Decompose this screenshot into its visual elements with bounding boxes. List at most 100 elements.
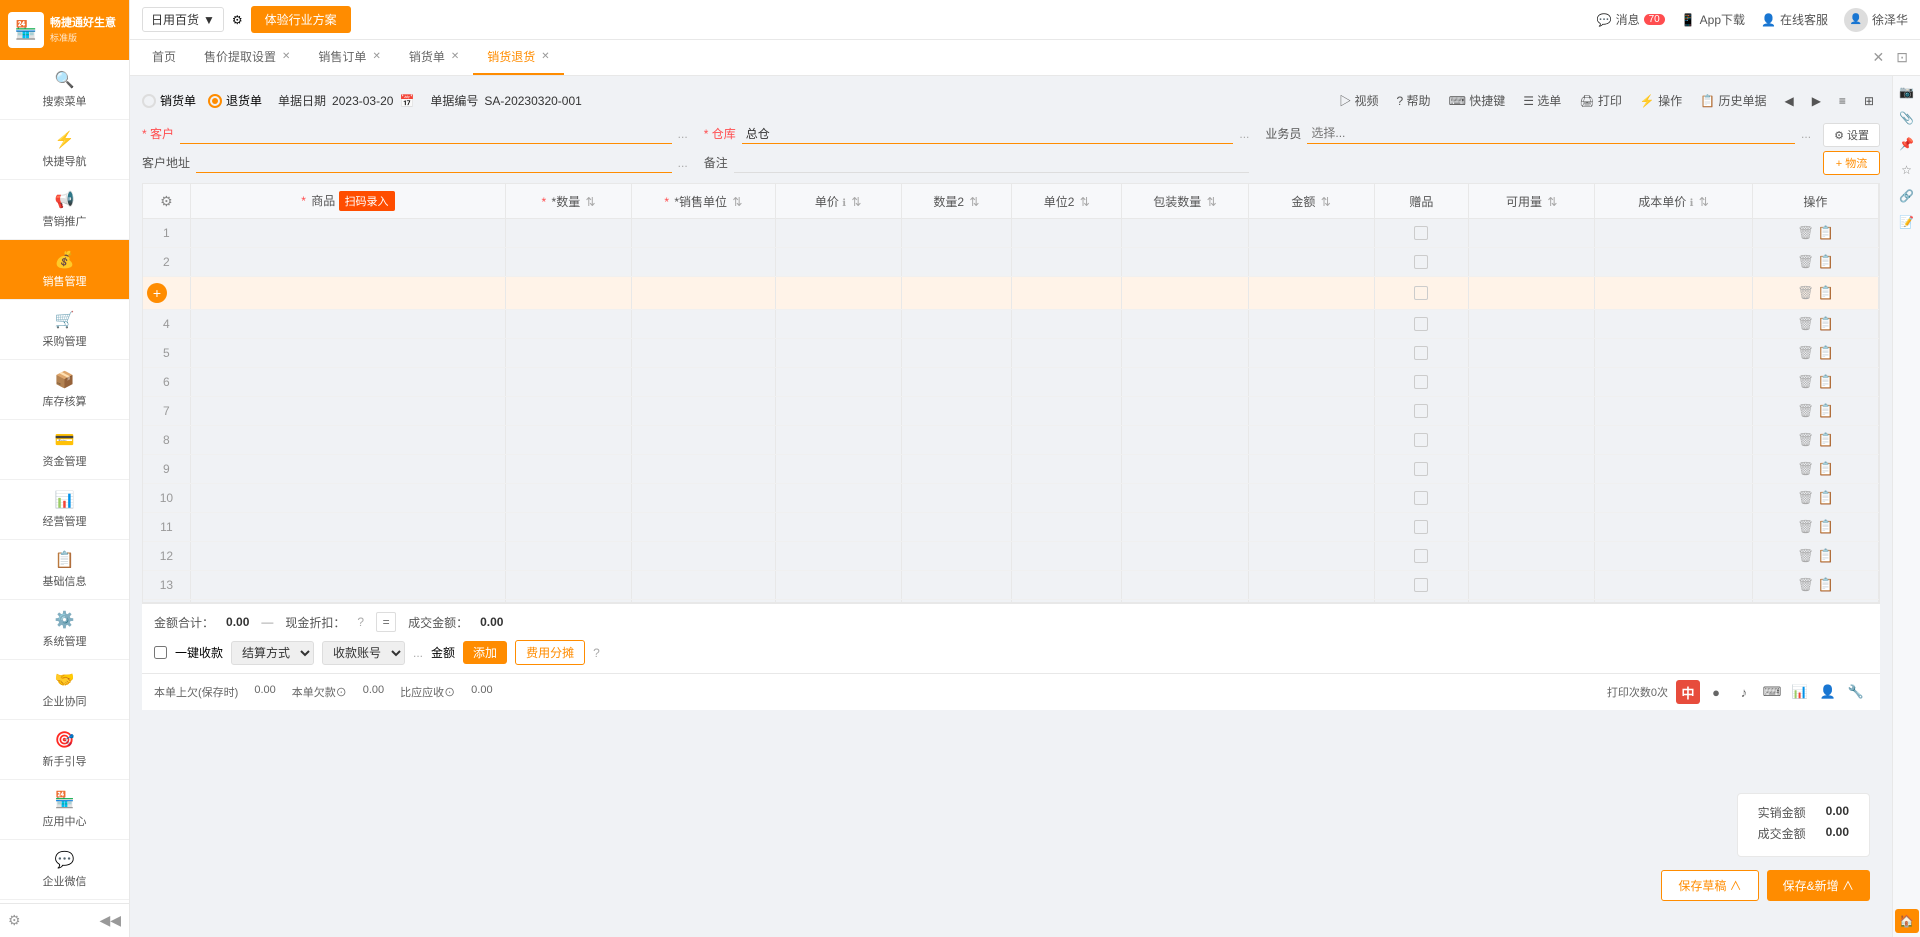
product-input-12[interactable] [195, 549, 501, 563]
delete-row-btn-9[interactable]: 🗑 [1797, 461, 1814, 477]
next-btn[interactable]: ▶ [1806, 90, 1827, 111]
amount-cell-11[interactable] [1248, 513, 1374, 542]
product-input-13[interactable] [195, 578, 501, 592]
amount-cell-7[interactable] [1248, 397, 1374, 426]
product-input-7[interactable] [195, 404, 501, 418]
gift-checkbox-7[interactable] [1414, 404, 1428, 418]
status-icon-music[interactable]: ♪ [1732, 680, 1756, 704]
radio-return[interactable]: 退货单 [208, 92, 262, 109]
quantity-cell-7[interactable] [506, 397, 632, 426]
amount-cell-2[interactable] [1248, 248, 1374, 277]
qty-sort-icon[interactable]: ⇅ [586, 195, 596, 209]
available-cell-9[interactable] [1469, 455, 1595, 484]
sidebar-item-wechat[interactable]: 💬 企业微信 [0, 840, 129, 900]
gift-cell-6[interactable] [1374, 368, 1469, 397]
product-cell-9[interactable] [190, 455, 505, 484]
status-icon-dot[interactable]: ● [1704, 680, 1728, 704]
delete-row-btn-1[interactable]: 🗑 [1797, 225, 1814, 241]
tab-price-settings-close[interactable]: ✕ [282, 51, 290, 62]
product-cell-2[interactable] [190, 248, 505, 277]
unit2-cell-11[interactable] [1012, 513, 1122, 542]
available-cell-7[interactable] [1469, 397, 1595, 426]
unit-price-cell-7[interactable] [775, 397, 901, 426]
amount-cell-12[interactable] [1248, 542, 1374, 571]
gift-checkbox-6[interactable] [1414, 375, 1428, 389]
cost-price-cell-9[interactable] [1595, 455, 1753, 484]
product-input-9[interactable] [195, 462, 501, 476]
unit-price-cell-5[interactable] [775, 339, 901, 368]
unit-price-cell-6[interactable] [775, 368, 901, 397]
sidebar-item-basic[interactable]: 📋 基础信息 [0, 540, 129, 600]
address-select-btn[interactable]: ... [678, 156, 688, 170]
staff-select-btn[interactable]: ... [1801, 127, 1811, 141]
quantity-cell-4[interactable] [506, 310, 632, 339]
tab-close-all-icon[interactable]: ✕ [1869, 47, 1889, 68]
print-btn[interactable]: 🖨 打印 [1573, 90, 1628, 111]
quantity-cell-11[interactable] [506, 513, 632, 542]
delete-row-btn-13[interactable]: 🗑 [1797, 577, 1814, 593]
sales-unit-cell-12[interactable] [632, 542, 776, 571]
sales-unit-cell-2[interactable] [632, 248, 776, 277]
sales-unit-cell-13[interactable] [632, 571, 776, 600]
tab-sales-return-close[interactable]: ✕ [541, 51, 549, 62]
unit-price-cell-11[interactable] [775, 513, 901, 542]
qty2-cell-7[interactable] [901, 397, 1011, 426]
staff-input[interactable] [1307, 123, 1795, 144]
gift-cell-2[interactable] [1374, 248, 1469, 277]
quantity-cell-8[interactable] [506, 426, 632, 455]
cost-price-cell-12[interactable] [1595, 542, 1753, 571]
delete-row-btn-8[interactable]: 🗑 [1797, 432, 1814, 448]
amount-cell-10[interactable] [1248, 484, 1374, 513]
tab-sales-return[interactable]: 销货退货 ✕ [473, 40, 563, 75]
pkg-qty-cell-8[interactable] [1122, 426, 1248, 455]
quantity-cell-12[interactable] [506, 542, 632, 571]
quantity-cell-3[interactable] [506, 277, 632, 310]
gift-checkbox-9[interactable] [1414, 462, 1428, 476]
qty2-cell-9[interactable] [901, 455, 1011, 484]
gift-checkbox-1[interactable] [1414, 226, 1428, 240]
gift-cell-11[interactable] [1374, 513, 1469, 542]
product-input-10[interactable] [195, 491, 501, 505]
bank-select-btn[interactable]: ... [413, 646, 423, 660]
quantity-cell-13[interactable] [506, 571, 632, 600]
gift-checkbox-12[interactable] [1414, 549, 1428, 563]
delete-row-btn-12[interactable]: 🗑 [1797, 548, 1814, 564]
unit2-cell-5[interactable] [1012, 339, 1122, 368]
qty2-sort-icon[interactable]: ⇅ [969, 195, 979, 209]
sales-unit-cell-6[interactable] [632, 368, 776, 397]
pkg-qty-cell-1[interactable] [1122, 219, 1248, 248]
pkg-qty-cell-11[interactable] [1122, 513, 1248, 542]
amount-cell-5[interactable] [1248, 339, 1374, 368]
fee-help-icon[interactable]: ? [593, 646, 600, 660]
rtb-photo-icon[interactable]: 📷 [1895, 80, 1919, 104]
copy-row-btn-5[interactable]: 📋 [1818, 345, 1834, 361]
product-cell-5[interactable] [190, 339, 505, 368]
unit2-cell-3[interactable] [1012, 277, 1122, 310]
gift-checkbox-2[interactable] [1414, 255, 1428, 269]
unit2-cell-9[interactable] [1012, 455, 1122, 484]
available-cell-2[interactable] [1469, 248, 1595, 277]
avail-sort-icon[interactable]: ⇅ [1547, 195, 1557, 209]
unit-price-cell-12[interactable] [775, 542, 901, 571]
amount-sort-icon[interactable]: ⇅ [1321, 195, 1331, 209]
settings-icon[interactable]: ⚙ [232, 13, 243, 27]
copy-row-btn-1[interactable]: 📋 [1818, 225, 1834, 241]
cost-price-cell-6[interactable] [1595, 368, 1753, 397]
available-cell-8[interactable] [1469, 426, 1595, 455]
gift-cell-4[interactable] [1374, 310, 1469, 339]
sales-unit-cell-1[interactable] [632, 219, 776, 248]
message-item[interactable]: 💬 消息 70 [1597, 11, 1665, 28]
unit2-cell-7[interactable] [1012, 397, 1122, 426]
quantity-cell-2[interactable] [506, 248, 632, 277]
gift-cell-1[interactable] [1374, 219, 1469, 248]
copy-row-btn-2[interactable]: 📋 [1818, 254, 1834, 270]
amount-cell-6[interactable] [1248, 368, 1374, 397]
help-btn[interactable]: ? 帮助 [1391, 90, 1437, 111]
sidebar-item-appstore[interactable]: 🏪 应用中心 [0, 780, 129, 840]
product-cell-13[interactable] [190, 571, 505, 600]
unit2-cell-1[interactable] [1012, 219, 1122, 248]
unit2-cell-12[interactable] [1012, 542, 1122, 571]
delete-row-btn-3[interactable]: 🗑 [1797, 285, 1814, 301]
qty2-cell-1[interactable] [901, 219, 1011, 248]
unit2-sort-icon[interactable]: ⇅ [1080, 195, 1090, 209]
